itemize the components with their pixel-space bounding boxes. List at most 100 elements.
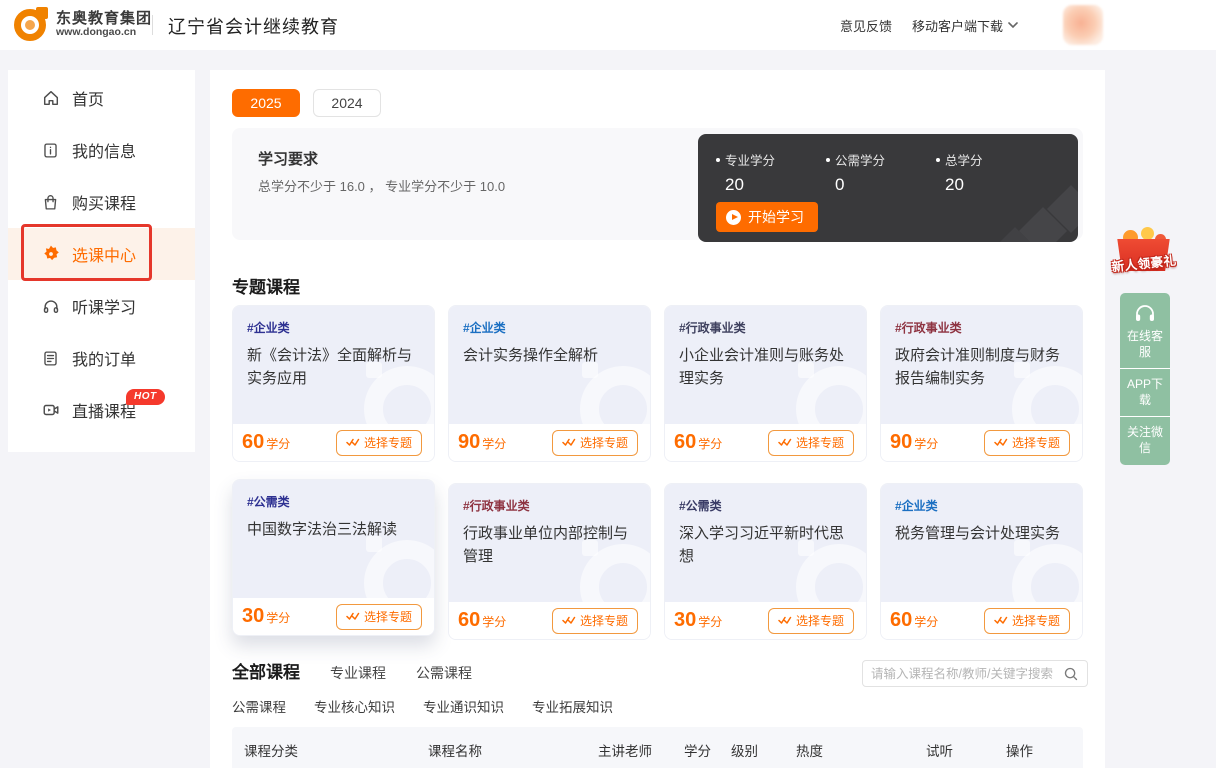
topic-card-cover: #企业类 税务管理与会计处理实务: [881, 484, 1082, 604]
select-topic-button[interactable]: 选择专题: [552, 608, 638, 634]
sidebar-item-live-courses[interactable]: 直播课程 HOT: [8, 384, 195, 436]
dongao-logo-icon: [12, 7, 48, 43]
topics-section-title: 专题课程: [232, 273, 300, 298]
left-sidebar: 首页 我的信息 购买课程 选课中心 听课学习 我的订单 直播课程 H: [8, 70, 195, 452]
app-download-link[interactable]: 移动客户端下载: [912, 16, 1018, 35]
column-teacher: 主讲老师: [598, 740, 652, 760]
topic-card[interactable]: #行政事业类 行政事业单位内部控制与管理 60学分 选择专题: [448, 483, 651, 640]
topic-title: 小企业会计准则与账务处理实务: [679, 344, 852, 391]
topic-title: 深入学习习近平新时代思想: [679, 522, 852, 569]
topic-credits: 60学分: [458, 609, 506, 632]
course-table-header: 课程分类 课程名称 主讲老师 学分 级别 热度 试听 操作: [232, 727, 1083, 768]
topic-credits: 60学分: [674, 431, 722, 454]
shopping-bag-icon: [41, 193, 60, 212]
sidebar-item-listen-study[interactable]: 听课学习: [8, 280, 195, 332]
wechat-follow-button[interactable]: 关注微信: [1120, 416, 1170, 464]
floating-service-bar: 在线客服 APP下载 关注微信: [1120, 293, 1170, 465]
main-content: 2025 2024 学习要求 总学分不少于 16.0 ， 专业学分不少于 10.…: [210, 70, 1105, 768]
order-list-icon: [41, 349, 60, 368]
topic-credits: 60学分: [242, 431, 290, 454]
topic-title: 会计实务操作全解析: [463, 344, 636, 367]
all-courses-title[interactable]: 全部课程: [232, 658, 300, 683]
topic-card[interactable]: #企业类 新《会计法》全面解析与实务应用 60学分 选择专题: [232, 305, 435, 462]
double-check-icon: [778, 438, 792, 447]
online-service-button[interactable]: 在线客服: [1120, 293, 1170, 368]
start-study-button[interactable]: 开始学习: [716, 202, 818, 232]
subtab-general-knowledge[interactable]: 专业通识知识: [423, 696, 504, 716]
service-label: 在线客服: [1127, 329, 1163, 359]
topic-title: 政府会计准则制度与财务报告编制实务: [895, 344, 1068, 391]
brand-name: 东奥教育集团: [56, 11, 152, 28]
sidebar-item-my-info[interactable]: 我的信息: [8, 124, 195, 176]
sidebar-item-course-center[interactable]: 选课中心: [8, 228, 195, 280]
year-tab-2025[interactable]: 2025: [232, 89, 300, 117]
dongao-watermark-icon: [1012, 544, 1082, 604]
topic-credits: 90学分: [458, 431, 506, 454]
service-label: 关注微信: [1127, 425, 1163, 455]
topic-title: 新《会计法》全面解析与实务应用: [247, 344, 420, 391]
select-topic-button[interactable]: 选择专题: [336, 604, 422, 630]
year-tab-2024[interactable]: 2024: [313, 89, 381, 117]
select-topic-button[interactable]: 选择专题: [552, 430, 638, 456]
brand-url: www.dongao.cn: [56, 27, 152, 39]
topic-tag: #公需类: [247, 493, 420, 510]
sidebar-item-home[interactable]: 首页: [8, 72, 195, 124]
stat-value: 0: [835, 175, 902, 195]
topic-card[interactable]: #行政事业类 政府会计准则制度与财务报告编制实务 90学分 选择专题: [880, 305, 1083, 462]
select-topic-button[interactable]: 选择专题: [768, 608, 854, 634]
column-category: 课程分类: [244, 740, 298, 760]
gift-ball-icon: [1141, 227, 1154, 240]
double-check-icon: [562, 616, 576, 625]
top-header: 东奥教育集团 www.dongao.cn 辽宁省会计继续教育 意见反馈 移动客户…: [0, 0, 1216, 50]
service-label: APP下载: [1127, 377, 1163, 407]
stat-value: 20: [945, 175, 1012, 195]
tab-professional-courses[interactable]: 专业课程: [330, 663, 386, 683]
topic-card[interactable]: #行政事业类 小企业会计准则与账务处理实务 60学分 选择专题: [664, 305, 867, 462]
stat-bullet: [716, 158, 720, 162]
topic-card-cover: #行政事业类 小企业会计准则与账务处理实务: [665, 306, 866, 426]
subtab-public-courses[interactable]: 公需课程: [232, 696, 286, 716]
topic-tag: #行政事业类: [463, 497, 636, 514]
stat-bullet: [936, 158, 940, 162]
topic-card-cover: #企业类 会计实务操作全解析: [449, 306, 650, 426]
search-input[interactable]: [871, 667, 1063, 681]
topic-cards-grid: #企业类 新《会计法》全面解析与实务应用 60学分 选择专题 #企业类 会计实务…: [232, 305, 1083, 640]
feedback-link[interactable]: 意见反馈: [840, 16, 892, 35]
topic-card[interactable]: #公需类 中国数字法治三法解读 30学分 选择专题: [232, 479, 435, 636]
course-subtabs: 公需课程 专业核心知识 专业通识知识 专业拓展知识: [232, 696, 613, 716]
search-icon[interactable]: [1063, 666, 1079, 682]
column-preview: 试听: [926, 740, 953, 760]
app-download-label: 移动客户端下载: [912, 16, 1003, 35]
topic-title: 税务管理与会计处理实务: [895, 522, 1068, 545]
topic-card[interactable]: #企业类 税务管理与会计处理实务 60学分 选择专题: [880, 483, 1083, 640]
year-tabs: 2025 2024: [232, 89, 381, 117]
column-popularity: 热度: [796, 740, 823, 760]
hot-badge: HOT: [126, 389, 165, 405]
app-download-button[interactable]: APP下载: [1120, 368, 1170, 416]
brand-logo[interactable]: 东奥教育集团 www.dongao.cn: [12, 7, 152, 43]
stat-public-credits: 公需学分 0: [826, 150, 902, 195]
select-topic-button[interactable]: 选择专题: [984, 608, 1070, 634]
stat-total-credits: 总学分 20: [936, 150, 1012, 195]
newcomer-gift-widget[interactable]: 新人领豪礼: [1110, 227, 1178, 285]
topic-title: 中国数字法治三法解读: [247, 518, 420, 541]
topic-tag: #行政事业类: [679, 319, 852, 336]
headset-icon: [1133, 303, 1157, 323]
sidebar-item-label: 购买课程: [72, 190, 136, 214]
user-avatar[interactable]: [1063, 5, 1103, 45]
topic-tag: #企业类: [463, 319, 636, 336]
select-topic-button[interactable]: 选择专题: [768, 430, 854, 456]
sidebar-item-buy-courses[interactable]: 购买课程: [8, 176, 195, 228]
subtab-extended-knowledge[interactable]: 专业拓展知识: [532, 696, 613, 716]
subtab-core-knowledge[interactable]: 专业核心知识: [314, 696, 395, 716]
headphones-icon: [41, 297, 60, 316]
topic-card[interactable]: #企业类 会计实务操作全解析 90学分 选择专题: [448, 305, 651, 462]
dongao-watermark-icon: [580, 366, 650, 426]
select-topic-button[interactable]: 选择专题: [336, 430, 422, 456]
sidebar-item-my-orders[interactable]: 我的订单: [8, 332, 195, 384]
select-topic-button[interactable]: 选择专题: [984, 430, 1070, 456]
tab-public-courses[interactable]: 公需课程: [416, 663, 472, 683]
topic-card[interactable]: #公需类 深入学习习近平新时代思想 30学分 选择专题: [664, 483, 867, 640]
sidebar-item-label: 我的信息: [72, 138, 136, 162]
play-icon: [726, 210, 741, 225]
